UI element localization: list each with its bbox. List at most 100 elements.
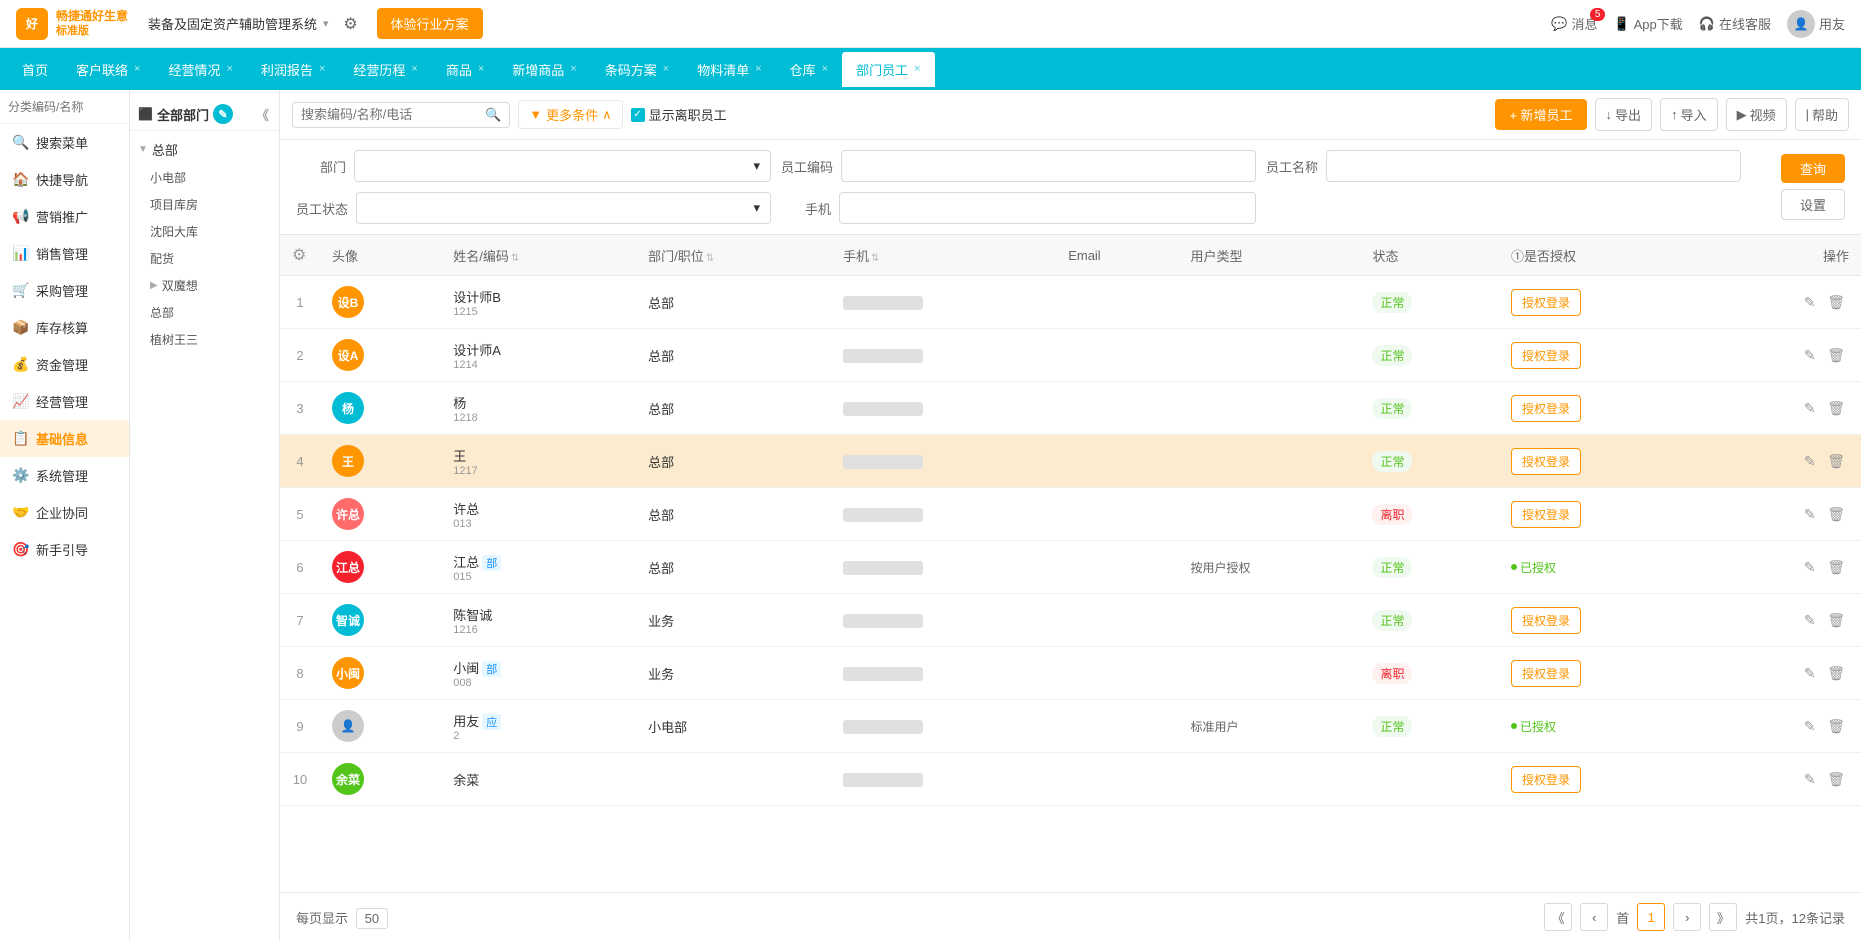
col-settings-icon[interactable]: ⚙ xyxy=(292,247,306,264)
edit-button[interactable]: ✎ xyxy=(1800,610,1820,631)
edit-button[interactable]: ✎ xyxy=(1800,557,1820,578)
tab-barcode[interactable]: 条码方案 × xyxy=(591,52,683,87)
more-filter-button[interactable]: ▼ 更多条件 ∧ xyxy=(518,100,622,129)
delete-button[interactable]: 🗑 xyxy=(1823,345,1849,366)
delete-button[interactable]: 🗑 xyxy=(1823,398,1849,419)
query-button[interactable]: 查询 xyxy=(1781,154,1845,183)
tree-item-shenyang[interactable]: 沈阳大库 xyxy=(130,218,279,245)
sidebar-item-shortcuts[interactable]: 🏠 快捷导航 xyxy=(0,161,129,198)
delete-button[interactable]: 🗑 xyxy=(1823,504,1849,525)
tree-item-small-elec[interactable]: 小电部 xyxy=(130,164,279,191)
auth-login-button[interactable]: 授权登录 xyxy=(1511,395,1581,422)
delete-button[interactable]: 🗑 xyxy=(1823,769,1849,790)
auth-login-button[interactable]: 授权登录 xyxy=(1511,448,1581,475)
auth-login-button[interactable]: 授权登录 xyxy=(1511,289,1581,316)
sidebar-item-basic-info[interactable]: 📋 基础信息 xyxy=(0,420,129,457)
tab-operation[interactable]: 经营情况 × xyxy=(154,52,246,87)
edit-button[interactable]: ✎ xyxy=(1800,451,1820,472)
tab-employees[interactable]: 部门员工 × xyxy=(842,52,934,87)
delete-button[interactable]: 🗑 xyxy=(1823,663,1849,684)
delete-button[interactable]: 🗑 xyxy=(1823,451,1849,472)
app-download-button[interactable]: 📱 App下载 xyxy=(1613,14,1682,33)
video-button[interactable]: ▶ 视频 xyxy=(1726,98,1787,131)
sidebar-item-finance[interactable]: 💰 资金管理 xyxy=(0,346,129,383)
tab-add-goods[interactable]: 新增商品 × xyxy=(498,52,590,87)
settings-button[interactable]: ⚙ xyxy=(337,10,365,38)
sidebar-item-management[interactable]: 📈 经营管理 xyxy=(0,383,129,420)
tree-item-plant[interactable]: 植树王三 xyxy=(130,326,279,353)
sort-name-icon[interactable]: ⇅ xyxy=(511,253,519,264)
edit-button[interactable]: ✎ xyxy=(1800,504,1820,525)
import-button[interactable]: ↑ 导入 xyxy=(1660,98,1718,131)
delete-button[interactable]: 🗑 xyxy=(1823,610,1849,631)
tab-close-icon[interactable]: × xyxy=(226,63,232,75)
tab-close-icon[interactable]: × xyxy=(411,63,417,75)
per-page-value[interactable]: 50 xyxy=(356,908,388,929)
tab-goods[interactable]: 商品 × xyxy=(432,52,498,87)
edit-button[interactable]: ✎ xyxy=(1800,769,1820,790)
next-page-button[interactable]: › xyxy=(1673,903,1701,931)
reset-button[interactable]: 设置 xyxy=(1781,189,1845,220)
tab-close-icon[interactable]: × xyxy=(478,63,484,75)
auth-login-button[interactable]: 授权登录 xyxy=(1511,607,1581,634)
tree-item-hq[interactable]: 总部 xyxy=(130,299,279,326)
tab-profit[interactable]: 利润报告 × xyxy=(247,52,339,87)
sidebar-item-guide[interactable]: 🎯 新手引导 xyxy=(0,531,129,568)
tree-item-distribution[interactable]: 配货 xyxy=(130,245,279,272)
sidebar-item-marketing[interactable]: 📢 营销推广 xyxy=(0,198,129,235)
online-service-button[interactable]: 🎧 在线客服 xyxy=(1699,14,1771,33)
show-resigned-checkbox[interactable]: ✓ 显示离职员工 xyxy=(631,105,727,124)
auth-login-button[interactable]: 授权登录 xyxy=(1511,501,1581,528)
delete-button[interactable]: 🗑 xyxy=(1823,716,1849,737)
tree-item-double[interactable]: ▶ 双魔想 xyxy=(130,272,279,299)
add-employee-button[interactable]: + 新增员工 xyxy=(1495,99,1586,130)
help-button[interactable]: | 帮助 xyxy=(1795,98,1849,131)
prev-page-button[interactable]: ‹ xyxy=(1580,903,1608,931)
sort-dept-icon[interactable]: ⇅ xyxy=(706,253,714,264)
collapse-tree-icon[interactable]: 《 xyxy=(256,105,269,124)
tab-close-icon[interactable]: × xyxy=(570,63,576,75)
tree-item-parent-headquarters[interactable]: ▼ 总部 xyxy=(130,135,279,164)
user-avatar[interactable]: 👤 用友 xyxy=(1787,10,1845,38)
auth-login-button[interactable]: 授权登录 xyxy=(1511,766,1581,793)
tab-close-icon[interactable]: × xyxy=(914,63,920,75)
edit-button[interactable]: ✎ xyxy=(1800,398,1820,419)
first-page-button[interactable]: 《 xyxy=(1544,903,1572,931)
emp-status-select[interactable]: ▾ xyxy=(356,192,771,224)
delete-button[interactable]: 🗑 xyxy=(1823,292,1849,313)
sidebar-item-sales[interactable]: 📊 销售管理 xyxy=(0,235,129,272)
auth-login-button[interactable]: 授权登录 xyxy=(1511,660,1581,687)
tab-close-icon[interactable]: × xyxy=(755,63,761,75)
tab-customer[interactable]: 客户联络 × xyxy=(62,52,154,87)
tab-warehouse[interactable]: 仓库 × xyxy=(776,52,842,87)
tab-close-icon[interactable]: × xyxy=(134,63,140,75)
tab-close-icon[interactable]: × xyxy=(663,63,669,75)
tab-close-icon[interactable]: × xyxy=(319,63,325,75)
tab-close-icon[interactable]: × xyxy=(822,63,828,75)
sort-phone-icon[interactable]: ⇅ xyxy=(871,253,879,264)
sidebar-item-system[interactable]: ⚙️ 系统管理 xyxy=(0,457,129,494)
tab-home[interactable]: 首页 xyxy=(8,52,62,87)
emp-name-input[interactable] xyxy=(1326,150,1741,182)
dept-filter-select[interactable]: ▾ xyxy=(354,150,771,182)
export-button[interactable]: ↓ 导出 xyxy=(1595,98,1653,131)
delete-button[interactable]: 🗑 xyxy=(1823,557,1849,578)
trial-button[interactable]: 体验行业方案 xyxy=(377,8,483,39)
message-button[interactable]: 💬 消息 5 xyxy=(1551,14,1597,33)
emp-code-input[interactable] xyxy=(841,150,1256,182)
edit-button[interactable]: ✎ xyxy=(1800,345,1820,366)
dropdown-arrow-icon[interactable]: ▾ xyxy=(323,17,329,30)
search-input[interactable] xyxy=(301,107,481,122)
sidebar-item-purchase[interactable]: 🛒 采购管理 xyxy=(0,272,129,309)
edit-button[interactable]: ✎ xyxy=(1800,663,1820,684)
tab-history[interactable]: 经营历程 × xyxy=(339,52,431,87)
auth-login-button[interactable]: 授权登录 xyxy=(1511,342,1581,369)
phone-input[interactable] xyxy=(839,192,1256,224)
edit-button[interactable]: ✎ xyxy=(1800,292,1820,313)
edit-button[interactable]: ✎ xyxy=(1800,716,1820,737)
sidebar-item-search[interactable]: 🔍 搜索菜单 xyxy=(0,124,129,161)
last-page-button[interactable]: 》 xyxy=(1709,903,1737,931)
edit-dept-icon[interactable]: ✎ xyxy=(213,104,233,124)
tab-bom[interactable]: 物料清单 × xyxy=(683,52,775,87)
tree-item-project-room[interactable]: 项目库房 xyxy=(130,191,279,218)
